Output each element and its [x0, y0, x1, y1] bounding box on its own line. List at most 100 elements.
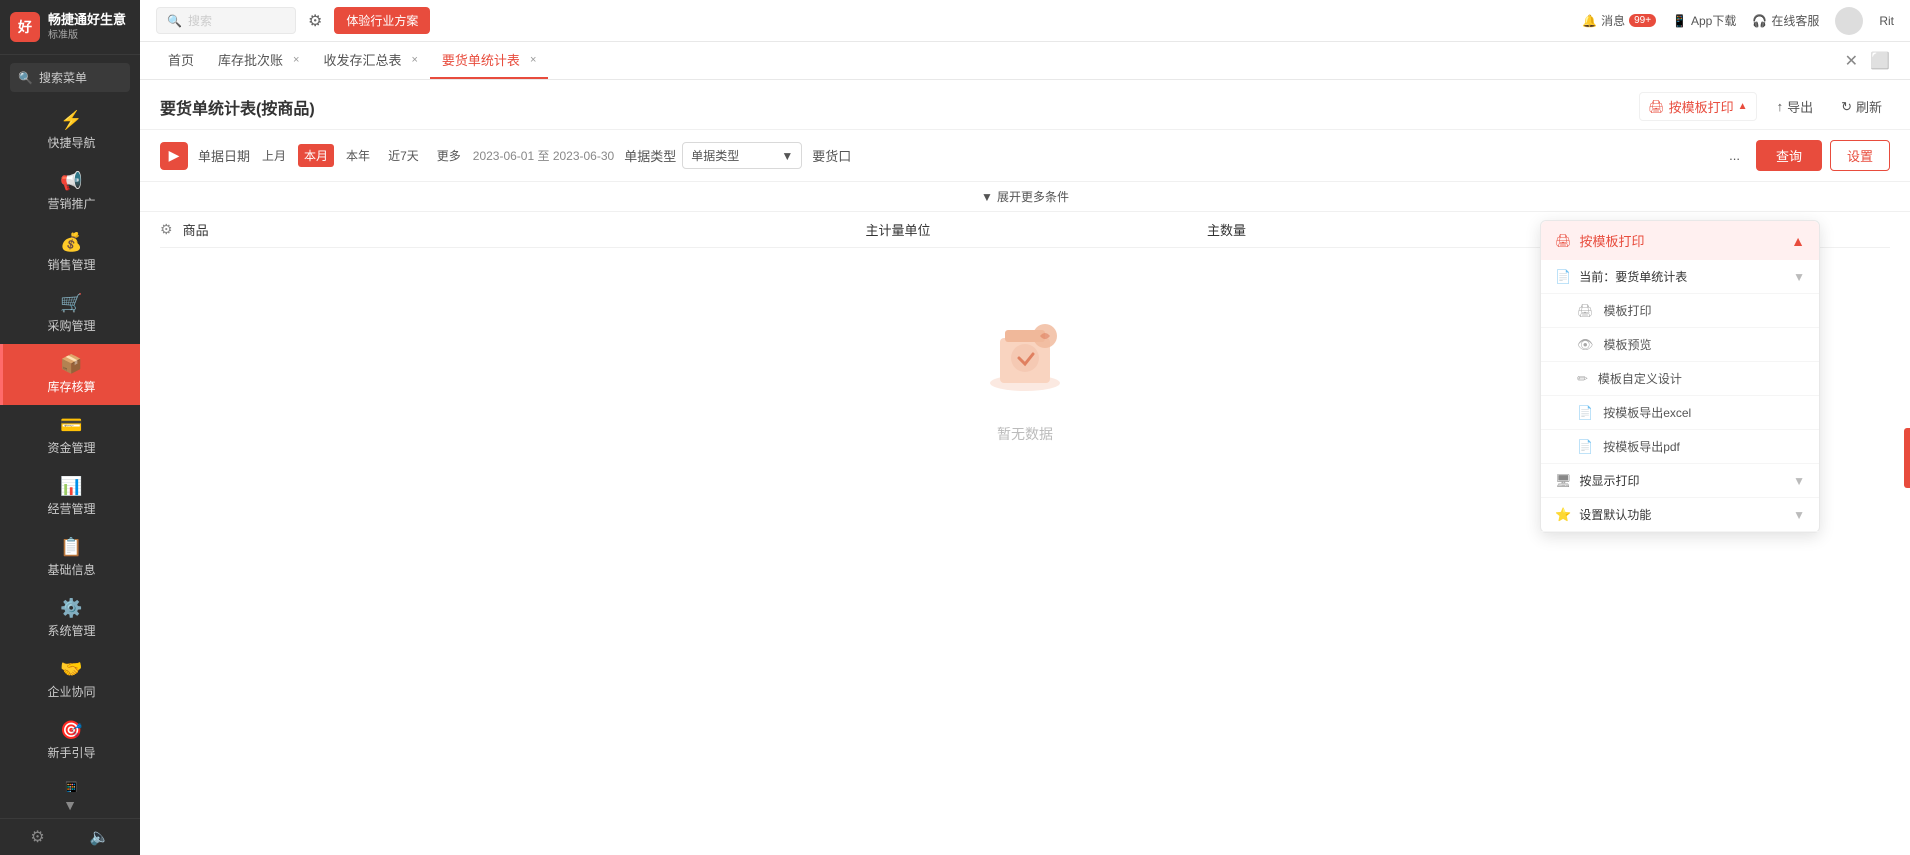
- sidebar-item-quick-nav[interactable]: ⚡ 快捷导航: [0, 100, 140, 161]
- page-content: 要货单统计表(按商品) 🖨 按模板打印 ▲ ↑ 导出 ↻ 刷新 ▶: [140, 80, 1910, 855]
- template-print-item: 🖨 模板打印: [1541, 294, 1819, 328]
- column-settings-button[interactable]: ⚙: [160, 221, 173, 238]
- display-print-left: 🖥 按显示打印: [1555, 472, 1640, 489]
- dropdown-header[interactable]: 🖨 按模板打印 ▲: [1541, 221, 1819, 260]
- export-label: 导出: [1787, 97, 1813, 116]
- page-title: 要货单统计表(按商品): [160, 95, 315, 119]
- app-download-button[interactable]: 📱 App下载: [1672, 12, 1736, 29]
- export-pdf-button[interactable]: 📄 按模板导出pdf: [1541, 430, 1819, 463]
- dropdown-title: 按模板打印: [1580, 231, 1645, 250]
- query-button[interactable]: 查询: [1756, 140, 1822, 171]
- date-range-display: 2023-06-01 至 2023-06-30: [473, 147, 614, 164]
- sidebar-item-cooperation[interactable]: 🤝 企业协同: [0, 649, 140, 710]
- print-template-button[interactable]: 🖨 按模板打印 ▲: [1639, 92, 1756, 121]
- template-print-button[interactable]: 🖨 模板打印: [1541, 294, 1819, 327]
- filter-settings-button[interactable]: 设置: [1830, 140, 1890, 171]
- sidebar-item-inventory[interactable]: 📦 库存核算: [0, 344, 140, 405]
- date-btn-this-month[interactable]: 本月: [298, 144, 334, 167]
- phone-icon: 📱: [1672, 14, 1687, 28]
- sidebar-item-app-center[interactable]: 📱 应用中心: [0, 771, 140, 792]
- expand-more-button[interactable]: ▼ 展开更多条件: [981, 188, 1069, 205]
- top-header: 🔍 搜索 ⚙ 体验行业方案 🔔 消息 99+ 📱 App下载 🎧 在线客服 Ri…: [140, 0, 1910, 42]
- type-select[interactable]: 单据类型 ▼: [682, 142, 802, 169]
- tab-order-stats-close[interactable]: ×: [530, 54, 536, 66]
- tab-home[interactable]: 首页: [156, 42, 206, 79]
- sidebar-item-label: 新手引导: [47, 744, 95, 761]
- sidebar-item-basics[interactable]: 📋 基础信息: [0, 527, 140, 588]
- sidebar-item-sales[interactable]: 💰 销售管理: [0, 222, 140, 283]
- sound-bottom-button[interactable]: 🔈: [90, 827, 110, 847]
- resize-handle[interactable]: [1904, 428, 1910, 488]
- printer-icon: 🖨: [1648, 99, 1665, 115]
- sidebar-bottom: ⚙ 🔈: [0, 818, 140, 855]
- quick-nav-icon: ⚡: [60, 110, 82, 131]
- sidebar-item-label: 库存核算: [47, 378, 95, 395]
- sidebar-item-label: 快捷导航: [47, 134, 95, 151]
- display-print-header[interactable]: 🖥 按显示打印 ▼: [1541, 464, 1819, 497]
- notifications-label: 消息: [1601, 12, 1625, 29]
- template-preview-icon: 👁: [1577, 337, 1594, 353]
- tab-collect-summary-close[interactable]: ×: [411, 54, 417, 66]
- search-label: 搜索菜单: [39, 69, 87, 86]
- sidebar-item-system[interactable]: ⚙️ 系统管理: [0, 588, 140, 649]
- date-btn-7days[interactable]: 近7天: [382, 144, 425, 167]
- export-pdf-label: 按模板导出pdf: [1603, 438, 1680, 455]
- current-template-label: 当前：要货单统计表: [1579, 268, 1687, 285]
- default-function-header[interactable]: ⭐ 设置默认功能 ▼: [1541, 498, 1819, 531]
- current-template-header[interactable]: 📄 当前：要货单统计表 ▼: [1541, 260, 1819, 293]
- trial-button[interactable]: 体验行业方案: [334, 7, 430, 34]
- inventory-icon: 📦: [60, 354, 82, 375]
- col-qty-header: 主数量: [1207, 220, 1548, 239]
- default-function-chevron: ▼: [1793, 508, 1805, 522]
- sidebar-item-marketing[interactable]: 📢 营销推广: [0, 161, 140, 222]
- col-goods-header: 商品: [183, 220, 866, 239]
- top-search-box[interactable]: 🔍 搜索: [156, 7, 296, 34]
- tab-batch-account[interactable]: 库存批次账 ×: [206, 42, 311, 79]
- sidebar-item-finance[interactable]: 💳 资金管理: [0, 405, 140, 466]
- more-options-button[interactable]: ...: [1721, 140, 1748, 171]
- sidebar-nav: ⚡ 快捷导航 📢 营销推广 💰 销售管理 🛒 采购管理 📦 库存核算 💳 资金管…: [0, 100, 140, 792]
- chevron-down-icon: ▼: [981, 190, 993, 204]
- date-btn-last-month[interactable]: 上月: [256, 144, 292, 167]
- sidebar-item-label: 系统管理: [47, 622, 95, 639]
- sidebar-item-guide[interactable]: 🎯 新手引导: [0, 710, 140, 771]
- template-design-button[interactable]: ✏ 模板自定义设计: [1541, 362, 1819, 395]
- avatar[interactable]: [1835, 7, 1863, 35]
- date-btn-this-year[interactable]: 本年: [340, 144, 376, 167]
- date-btn-more[interactable]: 更多: [431, 144, 467, 167]
- sidebar-search-button[interactable]: 🔍 搜索菜单: [10, 63, 130, 92]
- refresh-icon: ↻: [1841, 99, 1852, 115]
- template-preview-button[interactable]: 👁 模板预览: [1541, 328, 1819, 361]
- app-subtitle: 标准版: [48, 29, 126, 42]
- expand-more-label: 展开更多条件: [997, 188, 1069, 205]
- goods-type-filter-group: 要货口: [812, 146, 851, 165]
- tab-collect-summary[interactable]: 收发存汇总表 ×: [311, 42, 429, 79]
- header-gear-button[interactable]: ⚙: [308, 11, 322, 31]
- refresh-button[interactable]: ↻ 刷新: [1833, 93, 1890, 120]
- dropdown-collapse-icon: ▲: [1791, 233, 1805, 249]
- display-print-icon: 🖥: [1555, 473, 1572, 489]
- display-print-section: 🖥 按显示打印 ▼: [1541, 464, 1819, 498]
- main-content: 🔍 搜索 ⚙ 体验行业方案 🔔 消息 99+ 📱 App下载 🎧 在线客服 Ri…: [140, 0, 1910, 855]
- sidebar-scroll-down[interactable]: ▼: [0, 792, 140, 818]
- tab-close-all-button[interactable]: ✕: [1841, 47, 1862, 75]
- tab-batch-account-close[interactable]: ×: [293, 54, 299, 66]
- tab-collect-summary-label: 收发存汇总表: [323, 50, 401, 69]
- tab-order-stats[interactable]: 要货单统计表 ×: [430, 42, 548, 79]
- settings-bottom-button[interactable]: ⚙: [30, 827, 44, 847]
- sidebar-item-purchase[interactable]: 🛒 采购管理: [0, 283, 140, 344]
- filter-bar: ▶ 单据日期 上月 本月 本年 近7天 更多 2023-06-01 至 2023…: [140, 130, 1910, 182]
- tab-maximize-button[interactable]: ⬜: [1866, 47, 1894, 75]
- template-print-label: 模板打印: [1604, 302, 1652, 319]
- page-top-actions: 🖨 按模板打印 ▲ ↑ 导出 ↻ 刷新: [1639, 92, 1890, 121]
- export-button[interactable]: ↑ 导出: [1769, 93, 1822, 120]
- online-service-label: 在线客服: [1771, 12, 1819, 29]
- notifications-button[interactable]: 🔔 消息 99+: [1582, 12, 1656, 29]
- filter-expand-button[interactable]: ▶: [160, 142, 188, 170]
- export-excel-button[interactable]: 📄 按模板导出excel: [1541, 396, 1819, 429]
- sidebar-item-operations[interactable]: 📊 经营管理: [0, 466, 140, 527]
- search-box-placeholder: 搜索: [188, 12, 212, 29]
- export-excel-item: 📄 按模板导出excel: [1541, 396, 1819, 430]
- online-service-button[interactable]: 🎧 在线客服: [1752, 12, 1819, 29]
- sidebar-search-area: 🔍 搜索菜单: [0, 55, 140, 100]
